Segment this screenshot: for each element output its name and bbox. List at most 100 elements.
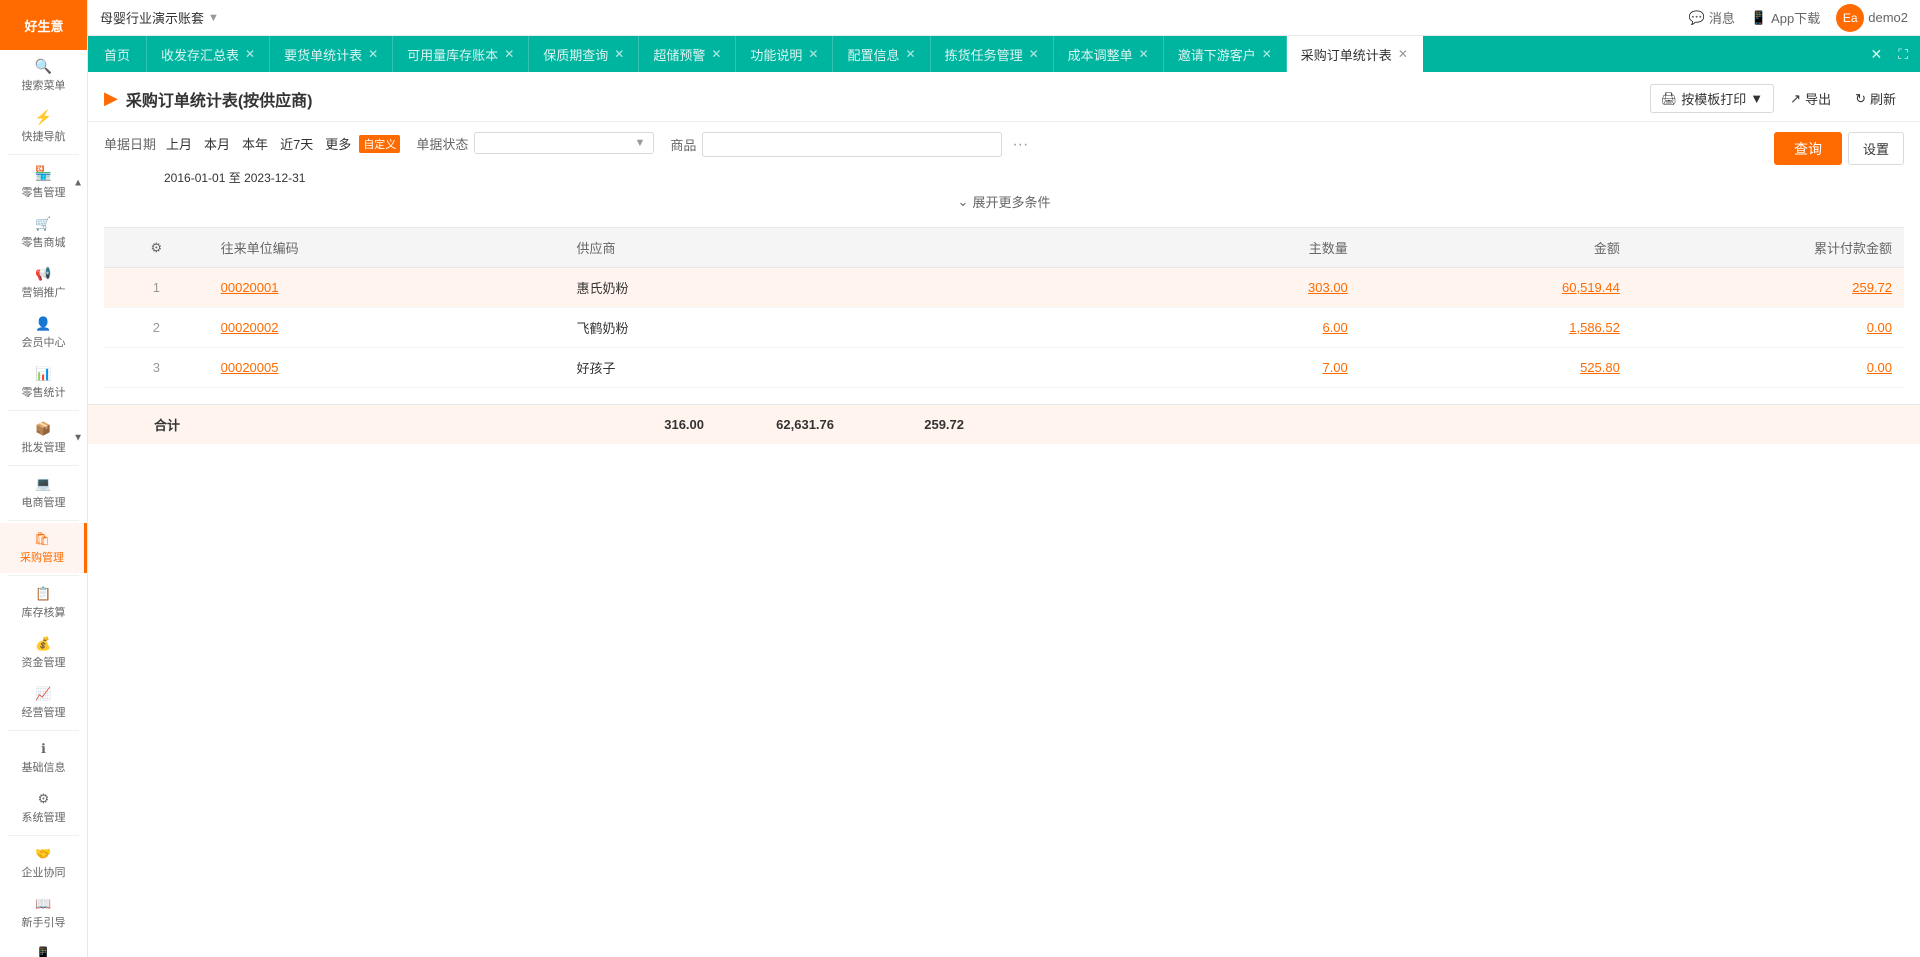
close-icon[interactable]: ✕: [504, 48, 514, 60]
table-summary: 合计 316.00 62,631.76 259.72: [88, 404, 1920, 444]
close-tab-button[interactable]: ✕: [1866, 42, 1886, 67]
qty-link[interactable]: 7.00: [1322, 360, 1347, 375]
sidebar-item-inventory[interactable]: 📋 库存核算: [0, 578, 87, 628]
th-gear[interactable]: ⚙: [104, 228, 209, 268]
close-icon[interactable]: ✕: [368, 48, 378, 60]
app-download-action[interactable]: 📱 App下载: [1751, 8, 1820, 27]
close-icon[interactable]: ✕: [1139, 48, 1149, 60]
tab-label: 功能说明: [750, 45, 802, 64]
tab-config-info[interactable]: 配置信息 ✕: [833, 36, 930, 72]
sidebar-item-finance[interactable]: 💰 资金管理: [0, 628, 87, 678]
tab-invite-downstream[interactable]: 邀请下游客户 ✕: [1164, 36, 1287, 72]
date-range: 2016-01-01 至 2023-12-31: [164, 171, 305, 185]
sidebar-item-app-center[interactable]: 📱 应用中心: [0, 938, 87, 957]
date-7days[interactable]: 近7天: [276, 132, 317, 155]
svg-text:好生意: 好生意: [23, 19, 63, 34]
sidebar-item-enterprise[interactable]: 🤝 企业协同: [0, 838, 87, 888]
close-icon[interactable]: ✕: [711, 48, 721, 60]
row-num: 3: [104, 348, 209, 388]
print-icon: 🖨: [1661, 91, 1678, 107]
status-filter: 单据状态 ▼: [416, 132, 654, 154]
sidebar-item-member[interactable]: 👤 会员中心: [0, 308, 87, 358]
qty-link[interactable]: 6.00: [1322, 320, 1347, 335]
tab-home[interactable]: 首页: [88, 36, 147, 72]
tab-stock-ledger[interactable]: 可用量库存账本 ✕: [393, 36, 529, 72]
sidebar-item-search[interactable]: 🔍 搜索菜单: [0, 50, 87, 101]
sidebar-item-retail-mall[interactable]: 🛒 零售商城: [0, 208, 87, 258]
status-select[interactable]: ▼: [474, 132, 654, 154]
sidebar-item-wholesale[interactable]: 📦 批发管理 ▼: [0, 413, 87, 463]
more-options-button[interactable]: ···: [1008, 136, 1032, 154]
paid-link[interactable]: 0.00: [1867, 320, 1892, 335]
tab-purchase-summary[interactable]: 采购订单统计表 ✕: [1287, 36, 1423, 72]
date-this-year[interactable]: 本年: [238, 132, 272, 155]
chevron-down-icon: ⌄: [958, 194, 969, 210]
settings-button[interactable]: 设置: [1848, 132, 1904, 165]
date-this-month[interactable]: 本月: [200, 132, 234, 155]
tab-expiry-query[interactable]: 保质期查询 ✕: [529, 36, 639, 72]
tab-cost-adjust[interactable]: 成本调整单 ✕: [1054, 36, 1164, 72]
sidebar-item-label: 库存核算: [22, 604, 66, 620]
date-more[interactable]: 更多: [321, 132, 355, 155]
sidebar-item-marketing[interactable]: 📢 营销推广: [0, 258, 87, 308]
paid-link[interactable]: 259.72: [1852, 280, 1892, 295]
tab-receipt-summary[interactable]: 收发存汇总表 ✕: [147, 36, 270, 72]
sidebar-item-label: 企业协同: [22, 864, 66, 880]
row-amount: 525.80: [1360, 348, 1632, 388]
summary-paid: 259.72: [834, 417, 964, 432]
template-print-button[interactable]: 🖨 按模板打印 ▼: [1650, 84, 1774, 113]
close-icon[interactable]: ✕: [245, 48, 255, 60]
close-icon[interactable]: ✕: [906, 48, 916, 60]
tab-bar: 首页 收发存汇总表 ✕ 要货单统计表 ✕ 可用量库存账本 ✕ 保质期查询 ✕ 超…: [88, 36, 1920, 72]
user-profile[interactable]: Ea demo2: [1836, 4, 1908, 32]
sidebar-item-basic-info[interactable]: ℹ 基础信息: [0, 733, 87, 783]
amount-link[interactable]: 60,519.44: [1562, 280, 1620, 295]
table-row: 3 00020005 好孩子 7.00: [104, 348, 1904, 388]
expand-more-button[interactable]: ⌄ 展开更多条件: [958, 192, 1051, 211]
sidebar-item-retail[interactable]: 🏪 零售管理 ▲: [0, 157, 87, 208]
qty-link[interactable]: 303.00: [1308, 280, 1348, 295]
sidebar-item-system[interactable]: ⚙ 系统管理: [0, 783, 87, 833]
sidebar-item-purchase[interactable]: 🛍 采购管理: [0, 523, 87, 573]
tab-order-summary[interactable]: 要货单统计表 ✕: [270, 36, 393, 72]
table-container: ⚙ 往来单位编码 供应商 主数量 金额 累计付款金额 1: [88, 227, 1920, 404]
goods-search-input[interactable]: [711, 137, 993, 152]
export-button[interactable]: ↗ 导出: [1782, 85, 1839, 112]
message-action[interactable]: 💬 消息: [1689, 8, 1735, 27]
summary-label: 合计: [154, 415, 324, 434]
goods-input[interactable]: [702, 132, 1002, 157]
tab-function-desc[interactable]: 功能说明 ✕: [736, 36, 833, 72]
maximize-button[interactable]: ⛶: [1894, 42, 1912, 67]
date-last-month[interactable]: 上月: [162, 132, 196, 155]
tab-label: 超储预警: [653, 45, 705, 64]
row-amount: 60,519.44: [1360, 268, 1632, 308]
amount-link[interactable]: 1,586.52: [1569, 320, 1620, 335]
mobile-icon: 📱: [1751, 10, 1767, 26]
code-link[interactable]: 00020002: [221, 320, 279, 335]
close-icon[interactable]: ✕: [1029, 48, 1039, 60]
close-icon[interactable]: ✕: [1398, 48, 1408, 60]
refresh-button[interactable]: ↻ 刷新: [1847, 85, 1904, 112]
tab-picking-tasks[interactable]: 拣货任务管理 ✕: [931, 36, 1054, 72]
sidebar-item-operations[interactable]: 📈 经营管理: [0, 678, 87, 728]
tab-label: 拣货任务管理: [945, 45, 1023, 64]
code-link[interactable]: 00020005: [221, 360, 279, 375]
sidebar-item-ecommerce[interactable]: 💻 电商管理: [0, 468, 87, 518]
message-label: 消息: [1709, 8, 1735, 27]
summary-qty: 316.00: [604, 417, 704, 432]
close-icon[interactable]: ✕: [614, 48, 624, 60]
query-button[interactable]: 查询: [1774, 132, 1842, 165]
amount-link[interactable]: 525.80: [1580, 360, 1620, 375]
tab-overstock-warning[interactable]: 超储预警 ✕: [639, 36, 736, 72]
paid-link[interactable]: 0.00: [1867, 360, 1892, 375]
collapse-arrow[interactable]: ▶: [104, 88, 118, 109]
row-qty: 7.00: [1150, 348, 1359, 388]
sidebar-item-quick-nav[interactable]: ⚡ 快捷导航: [0, 101, 87, 152]
sidebar-item-new-guide[interactable]: 📖 新手引导: [0, 888, 87, 938]
close-icon[interactable]: ✕: [1262, 48, 1272, 60]
gear-icon: ⚙: [150, 240, 162, 255]
sidebar-item-retail-stats[interactable]: 📊 零售统计: [0, 358, 87, 408]
code-link[interactable]: 00020001: [221, 280, 279, 295]
org-selector[interactable]: 母婴行业演示账套 ▼: [100, 8, 219, 27]
close-icon[interactable]: ✕: [808, 48, 818, 60]
